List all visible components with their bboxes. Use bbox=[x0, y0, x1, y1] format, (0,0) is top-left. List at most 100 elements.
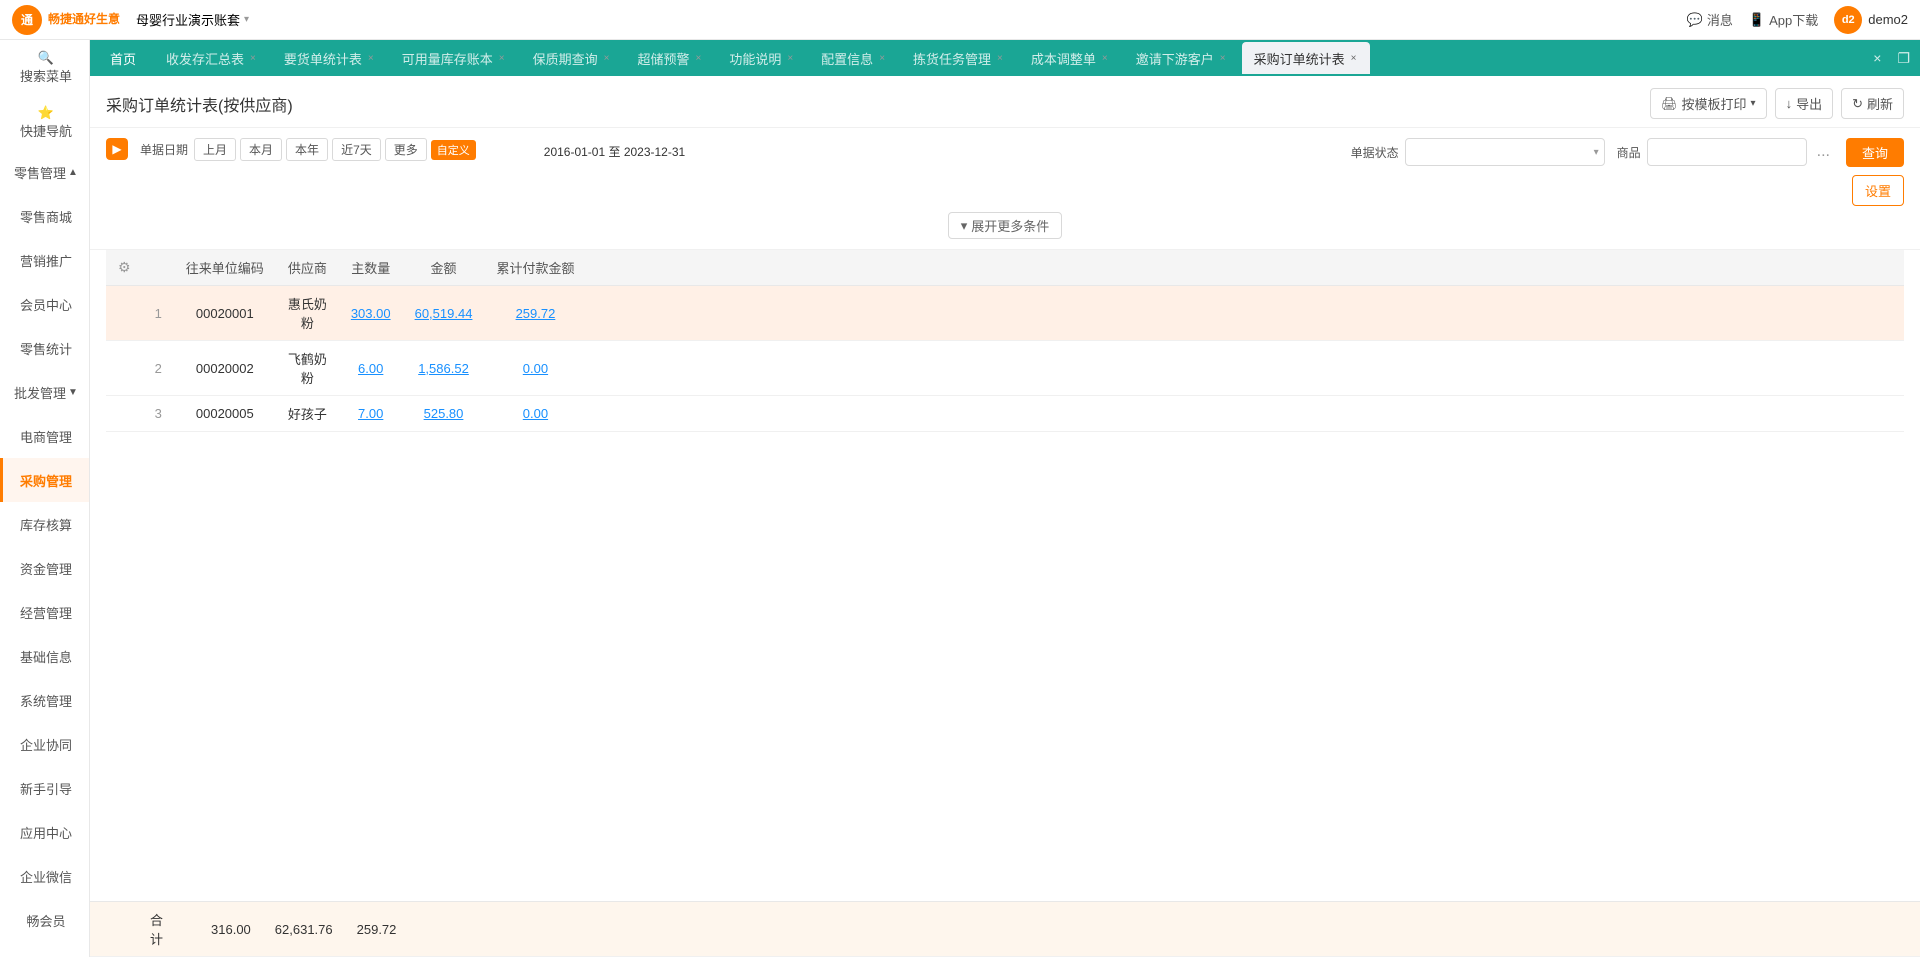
row-amount[interactable]: 60,519.44 bbox=[403, 286, 485, 341]
tab-config-info[interactable]: 配置信息 × bbox=[809, 42, 899, 74]
sidebar-search[interactable]: 🔍 搜索菜单 bbox=[0, 40, 89, 95]
row-main-qty[interactable]: 7.00 bbox=[339, 396, 403, 432]
table-row[interactable]: 2 00020002 飞鹤奶粉 6.00 1,586.52 0.00 bbox=[106, 341, 1904, 396]
breadcrumb-text: 母婴行业演示账套 bbox=[136, 10, 240, 29]
footer-label: 合计 bbox=[138, 902, 175, 957]
tab-close-receive-pay[interactable]: × bbox=[248, 53, 258, 64]
tab-function-desc[interactable]: 功能说明 × bbox=[717, 42, 807, 74]
col-amount: 金额 bbox=[403, 250, 485, 286]
date-range-text: 2016-01-01 至 2023-12-31 bbox=[544, 145, 685, 159]
tab-goods-stats[interactable]: 要货单统计表 × bbox=[272, 42, 388, 74]
tab-warranty-query[interactable]: 保质期查询 × bbox=[521, 42, 624, 74]
template-print-button[interactable]: 🖨 按模板打印 ▾ bbox=[1650, 88, 1767, 119]
sidebar-item-retail-management[interactable]: 零售管理 ▲ bbox=[0, 150, 89, 194]
tab-close-invite-downstream[interactable]: × bbox=[1218, 53, 1228, 64]
sidebar-item-member[interactable]: 畅会员 bbox=[0, 898, 89, 942]
user-profile[interactable]: d2 demo2 bbox=[1834, 6, 1908, 34]
tab-close-usable-inventory[interactable]: × bbox=[497, 53, 507, 64]
tab-home[interactable]: 首页 bbox=[94, 42, 152, 74]
filter-collapse-button[interactable]: ▶ bbox=[106, 138, 128, 160]
sidebar-item-ecommerce-mgmt[interactable]: 电商管理 bbox=[0, 414, 89, 458]
tab-invite-downstream[interactable]: 邀请下游客户 × bbox=[1124, 42, 1240, 74]
tab-overstock-warning[interactable]: 超储预警 × bbox=[625, 42, 715, 74]
goods-input[interactable] bbox=[1647, 138, 1807, 166]
date-btn-last-month[interactable]: 上月 bbox=[194, 138, 236, 161]
row-paid-amount[interactable]: 0.00 bbox=[484, 396, 586, 432]
tab-close-warranty-query[interactable]: × bbox=[602, 53, 612, 64]
tab-close-goods-stats[interactable]: × bbox=[366, 53, 376, 64]
status-select[interactable] bbox=[1405, 138, 1605, 166]
sidebar: 🔍 搜索菜单 ⭐ 快捷导航 零售管理 ▲ 零售商城 营销推广 会员中心 零售统计… bbox=[0, 40, 90, 957]
sidebar-item-basic-info[interactable]: 基础信息 bbox=[0, 634, 89, 678]
sidebar-shortcut[interactable]: ⭐ 快捷导航 bbox=[0, 95, 89, 150]
col-supplier-name: 供应商 bbox=[276, 250, 339, 286]
page-title: 采购订单统计表(按供应商) bbox=[106, 92, 293, 116]
row-paid-amount[interactable]: 0.00 bbox=[484, 341, 586, 396]
tab-purchase-order-stats[interactable]: 采购订单统计表 × bbox=[1242, 42, 1371, 74]
tab-close-function-desc[interactable]: × bbox=[785, 53, 795, 64]
sidebar-item-enterprise-wechat[interactable]: 企业微信 bbox=[0, 854, 89, 898]
sidebar-item-new-guide[interactable]: 新手引导 bbox=[0, 766, 89, 810]
query-button[interactable]: 查询 bbox=[1846, 138, 1904, 167]
sidebar-item-inventory-audit[interactable]: 库存核算 bbox=[0, 502, 89, 546]
tab-bar: 首页 收发存汇总表 × 要货单统计表 × 可用量库存账本 × 保质期查询 × 超… bbox=[90, 40, 1920, 76]
sidebar-item-retail-shop[interactable]: 零售商城 bbox=[0, 194, 89, 238]
sidebar-item-system-mgmt[interactable]: 系统管理 bbox=[0, 678, 89, 722]
col-extra bbox=[586, 250, 1904, 286]
app-download-button[interactable]: 📱 App下载 bbox=[1749, 10, 1818, 29]
tab-cost-adjust[interactable]: 成本调整单 × bbox=[1019, 42, 1122, 74]
row-main-qty[interactable]: 303.00 bbox=[339, 286, 403, 341]
sidebar-item-app-center[interactable]: 应用中心 bbox=[0, 810, 89, 854]
tab-close-cost-adjust[interactable]: × bbox=[1100, 53, 1110, 64]
sidebar-item-purchase-mgmt[interactable]: 采购管理 bbox=[0, 458, 89, 502]
tab-close-config-info[interactable]: × bbox=[877, 53, 887, 64]
footer-amount: 62,631.76 bbox=[263, 902, 345, 957]
date-btn-this-month[interactable]: 本月 bbox=[240, 138, 282, 161]
export-button[interactable]: ↓ 导出 bbox=[1775, 88, 1834, 119]
tab-usable-inventory[interactable]: 可用量库存账本 × bbox=[390, 42, 519, 74]
custom-date-badge[interactable]: 自定义 bbox=[431, 140, 476, 160]
goods-more-button[interactable]: ... bbox=[1813, 143, 1834, 161]
star-icon: ⭐ bbox=[38, 105, 54, 121]
sidebar-item-wholesale-mgmt[interactable]: 批发管理 ▼ bbox=[0, 370, 89, 414]
message-button[interactable]: 💬 消息 bbox=[1687, 10, 1733, 29]
row-settings bbox=[106, 341, 143, 396]
date-filter: 单据日期 上月 本月 本年 近7天 更多 自定义 bbox=[140, 138, 476, 161]
tab-close-purchase-order-stats[interactable]: × bbox=[1349, 53, 1359, 64]
col-paid-amount: 累计付款金额 bbox=[484, 250, 586, 286]
refresh-button[interactable]: ↻ 刷新 bbox=[1841, 88, 1904, 119]
row-amount[interactable]: 1,586.52 bbox=[403, 341, 485, 396]
status-select-wrapper: ▾ bbox=[1405, 138, 1605, 166]
sidebar-item-enterprise-collab[interactable]: 企业协同 bbox=[0, 722, 89, 766]
col-supplier-code: 往来单位编码 bbox=[174, 250, 276, 286]
table-row[interactable]: 1 00020001 惠氏奶粉 303.00 60,519.44 259.72 bbox=[106, 286, 1904, 341]
tab-close-overstock-warning[interactable]: × bbox=[693, 53, 703, 64]
footer-paid-amount: 259.72 bbox=[345, 902, 409, 957]
printer-icon: 🖨 bbox=[1661, 96, 1678, 112]
breadcrumb[interactable]: 母婴行业演示账套 ▾ bbox=[136, 10, 249, 29]
table-row[interactable]: 3 00020005 好孩子 7.00 525.80 0.00 bbox=[106, 396, 1904, 432]
sidebar-item-member-center[interactable]: 会员中心 bbox=[0, 282, 89, 326]
sidebar-item-marketing[interactable]: 营销推广 bbox=[0, 238, 89, 282]
sidebar-item-finance-mgmt[interactable]: 资金管理 bbox=[0, 546, 89, 590]
expand-more-button[interactable]: ▾ 展开更多条件 bbox=[948, 212, 1063, 239]
tab-pick-task[interactable]: 拣货任务管理 × bbox=[901, 42, 1017, 74]
setting-button[interactable]: 设置 bbox=[1852, 175, 1904, 206]
goods-label: 商品 bbox=[1617, 144, 1641, 161]
row-main-qty[interactable]: 6.00 bbox=[339, 341, 403, 396]
date-btn-7days[interactable]: 近7天 bbox=[332, 138, 381, 161]
sidebar-item-operations-mgmt[interactable]: 经营管理 bbox=[0, 590, 89, 634]
tab-restore-window-button[interactable]: ❐ bbox=[1891, 46, 1916, 71]
gear-icon[interactable]: ⚙ bbox=[118, 259, 131, 275]
col-settings: ⚙ bbox=[106, 250, 143, 286]
date-btn-this-year[interactable]: 本年 bbox=[286, 138, 328, 161]
sidebar-item-retail-stats[interactable]: 零售统计 bbox=[0, 326, 89, 370]
col-main-qty: 主数量 bbox=[339, 250, 403, 286]
tab-close-window-button[interactable]: × bbox=[1867, 46, 1887, 70]
date-btn-more[interactable]: 更多 bbox=[385, 138, 427, 161]
row-amount[interactable]: 525.80 bbox=[403, 396, 485, 432]
row-paid-amount[interactable]: 259.72 bbox=[484, 286, 586, 341]
content-area: 首页 收发存汇总表 × 要货单统计表 × 可用量库存账本 × 保质期查询 × 超… bbox=[90, 40, 1920, 957]
tab-close-pick-task[interactable]: × bbox=[995, 53, 1005, 64]
tab-receive-pay[interactable]: 收发存汇总表 × bbox=[154, 42, 270, 74]
